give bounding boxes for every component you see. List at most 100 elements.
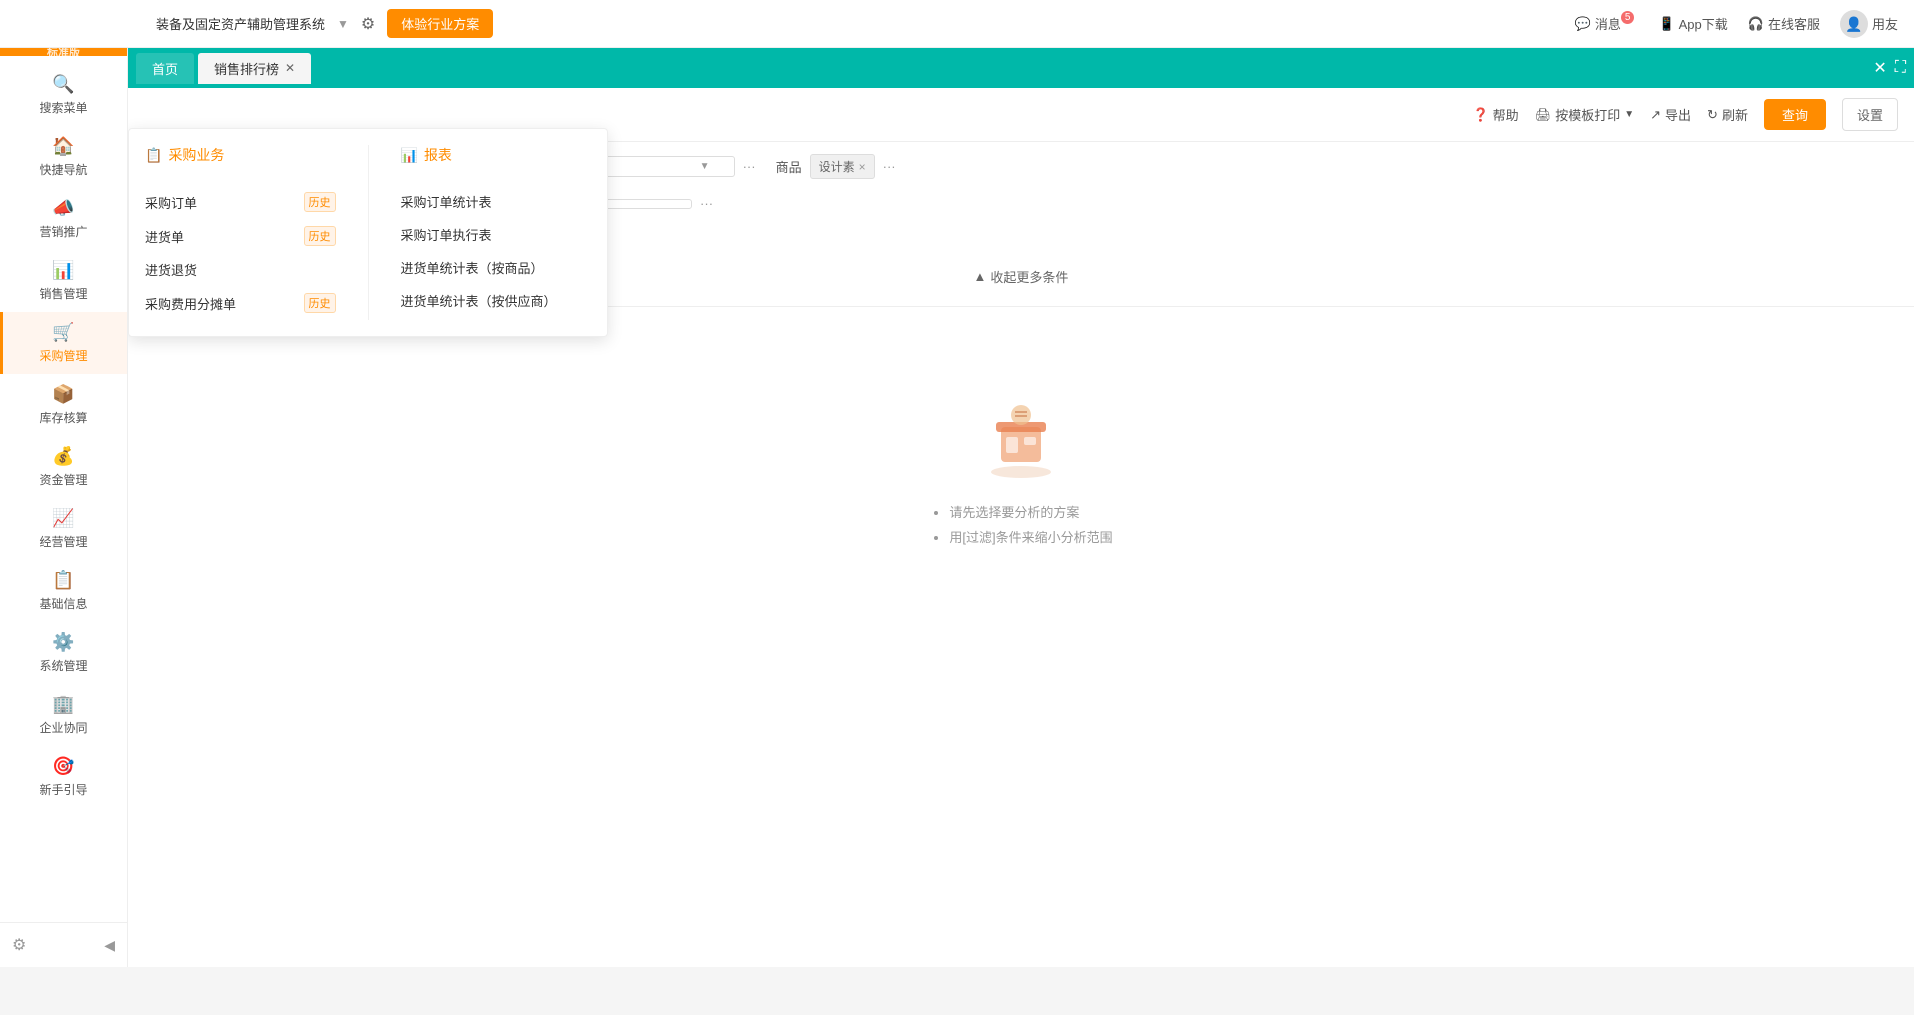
tab-bar-actions: ✕ ⛶ [1873,58,1906,78]
inventory-icon: 📦 [52,384,74,405]
nav-label: 企业协同 [39,719,87,736]
nav-label: 经营管理 [39,533,87,550]
empty-illustration [971,387,1071,490]
nav-label: 搜索菜单 [39,99,87,116]
top-bar-left: 装备及固定资产辅助管理系统 ▼ ⚙ 体验行业方案 [16,9,1575,38]
dropdown-divider [368,145,369,320]
menu-item-po-stats[interactable]: 采购订单统计表 [401,185,592,218]
headset-icon: 🎧 [1748,16,1764,32]
system-title: 装备及固定资产辅助管理系统 [156,14,325,33]
menu-item-purchase-order[interactable]: 采购订单 历史 [145,185,336,219]
nav-label: 快捷导航 [39,161,87,178]
empty-tips: 请先选择要分析的方案 用[过滤]条件来缩小分析范围 [929,502,1112,546]
menu-item-expense[interactable]: 采购费用分摊单 历史 [145,286,336,320]
purchase-col-title: 📋 采购业务 [145,145,336,173]
user-group[interactable]: 👤 用友 [1840,10,1898,38]
nav-label: 新手引导 [39,781,87,798]
nav-label: 销售管理 [39,285,87,302]
tab-close-icon[interactable]: ✕ [285,61,295,75]
export-label: 导出 [1665,105,1691,124]
empty-tip-2: 用[过滤]条件来缩小分析范围 [949,527,1112,546]
purchase-col-icon: 📋 [145,147,162,164]
refresh-icon: ↻ [1707,107,1718,123]
menu-item-label: 进货单统计表（按商品） [401,258,544,277]
menu-item-label: 进货单 [145,227,184,246]
doc-status-chevron: ▼ [700,161,710,172]
sidebar-bottom: ⚙ ◀ [0,922,127,967]
tab-sales-ranking-label: 销售排行榜 [214,59,279,78]
purchase-col-label: 采购业务 [168,145,224,165]
app-download-label: App下载 [1679,14,1728,33]
tab-close-all-icon[interactable]: ✕ [1873,58,1886,78]
sidebar-item-quick-nav[interactable]: 🏠 快捷导航 [0,126,127,188]
operations-icon: 📈 [52,508,74,529]
sidebar-item-marketing[interactable]: 📣 营销推广 [0,188,127,250]
export-icon: ↗ [1650,107,1661,123]
marketing-icon: 📣 [52,198,74,219]
menu-item-label: 采购订单统计表 [401,192,492,211]
tab-sales-ranking[interactable]: 销售排行榜 ✕ [198,53,311,84]
sidebar-item-base-info[interactable]: 📋 基础信息 [0,560,127,622]
purchase-icon: 🛒 [52,322,74,343]
goods-tag-remove[interactable]: × [859,160,866,174]
menu-item-label: 进货退货 [145,260,197,279]
settings-icon[interactable]: ⚙ [361,14,375,34]
tab-maximize-icon[interactable]: ⛶ [1895,59,1906,77]
query-btn[interactable]: 查询 [1764,99,1826,130]
nav-label: 营销推广 [39,223,87,240]
salesman-more[interactable]: ··· [700,196,713,211]
goods-more[interactable]: ··· [883,159,896,174]
app-download-group[interactable]: 📱 App下载 [1658,14,1727,33]
online-service-group[interactable]: 🎧 在线客服 [1748,14,1820,33]
tab-home-label: 首页 [152,59,178,78]
sidebar-item-search[interactable]: 🔍 搜索菜单 [0,64,127,126]
menu-item-stock-in[interactable]: 进货单 历史 [145,219,336,253]
sidebar-collapse-icon[interactable]: ◀ [104,937,115,954]
menu-item-inbound-by-supplier[interactable]: 进货单统计表（按供应商） [401,284,592,317]
settings-btn[interactable]: 设置 [1842,98,1898,131]
goods-label: 商品 [776,157,802,176]
chevron-down-icon[interactable]: ▼ [337,17,349,31]
sidebar-item-finance[interactable]: 💰 资金管理 [0,436,127,498]
sidebar-item-system[interactable]: ⚙️ 系统管理 [0,622,127,684]
sidebar-nav: 🔍 搜索菜单 🏠 快捷导航 📣 营销推广 📊 销售管理 🛒 采购管理 📦 库存核… [0,56,127,922]
refresh-btn[interactable]: ↻ 刷新 [1707,105,1748,124]
sidebar: 🔶 畅捷通好生意 标准版 🔍 搜索菜单 🏠 快捷导航 📣 营销推广 📊 销售管理… [0,0,128,967]
goods-filter: 商品 设计素 × ··· [776,154,896,179]
history-tag: 历史 [304,293,336,313]
doc-status-more[interactable]: ··· [743,159,756,174]
user-name: 用友 [1872,14,1898,33]
report-col-icon: 📊 [401,147,418,164]
message-group[interactable]: 💬 消息 5 [1575,14,1639,33]
menu-item-return[interactable]: 进货退货 [145,253,336,286]
print-icon: 🖨 [1535,107,1552,123]
menu-item-label: 采购订单执行表 [401,225,492,244]
menu-item-inbound-by-goods[interactable]: 进货单统计表（按商品） [401,251,592,284]
industry-btn[interactable]: 体验行业方案 [387,9,493,38]
sidebar-item-enterprise[interactable]: 🏢 企业协同 [0,684,127,746]
print-btn[interactable]: 🖨 按模板打印 ▼ [1535,105,1634,124]
purchase-col: 📋 采购业务 采购订单 历史 进货单 历史 进货退货 采购费用分摊单 历史 [145,145,336,320]
sidebar-settings-icon[interactable]: ⚙ [12,935,26,955]
tab-home[interactable]: 首页 [136,53,194,84]
print-label: 按模板打印 [1555,105,1620,124]
help-btn[interactable]: ❓ 帮助 [1472,105,1518,124]
sidebar-item-purchase[interactable]: 🛒 采购管理 [0,312,127,374]
export-btn[interactable]: ↗ 导出 [1650,105,1691,124]
message-badge: 5 [1621,11,1635,24]
help-icon: ❓ [1472,107,1488,123]
help-label: 帮助 [1493,105,1519,124]
enterprise-icon: 🏢 [52,694,74,715]
menu-item-po-exec[interactable]: 采购订单执行表 [401,218,592,251]
message-label: 消息 [1595,14,1621,33]
nav-label: 采购管理 [39,347,87,364]
nav-label: 库存核算 [39,409,87,426]
menu-item-label: 采购费用分摊单 [145,294,236,313]
sidebar-item-operations[interactable]: 📈 经营管理 [0,498,127,560]
sidebar-item-inventory[interactable]: 📦 库存核算 [0,374,127,436]
sidebar-item-sales[interactable]: 📊 销售管理 [0,250,127,312]
empty-state: 请先选择要分析的方案 用[过滤]条件来缩小分析范围 [128,307,1914,626]
sidebar-item-guide[interactable]: 🎯 新手引导 [0,746,127,808]
system-icon: ⚙️ [52,632,74,653]
collapse-label: 收起更多条件 [990,267,1068,286]
